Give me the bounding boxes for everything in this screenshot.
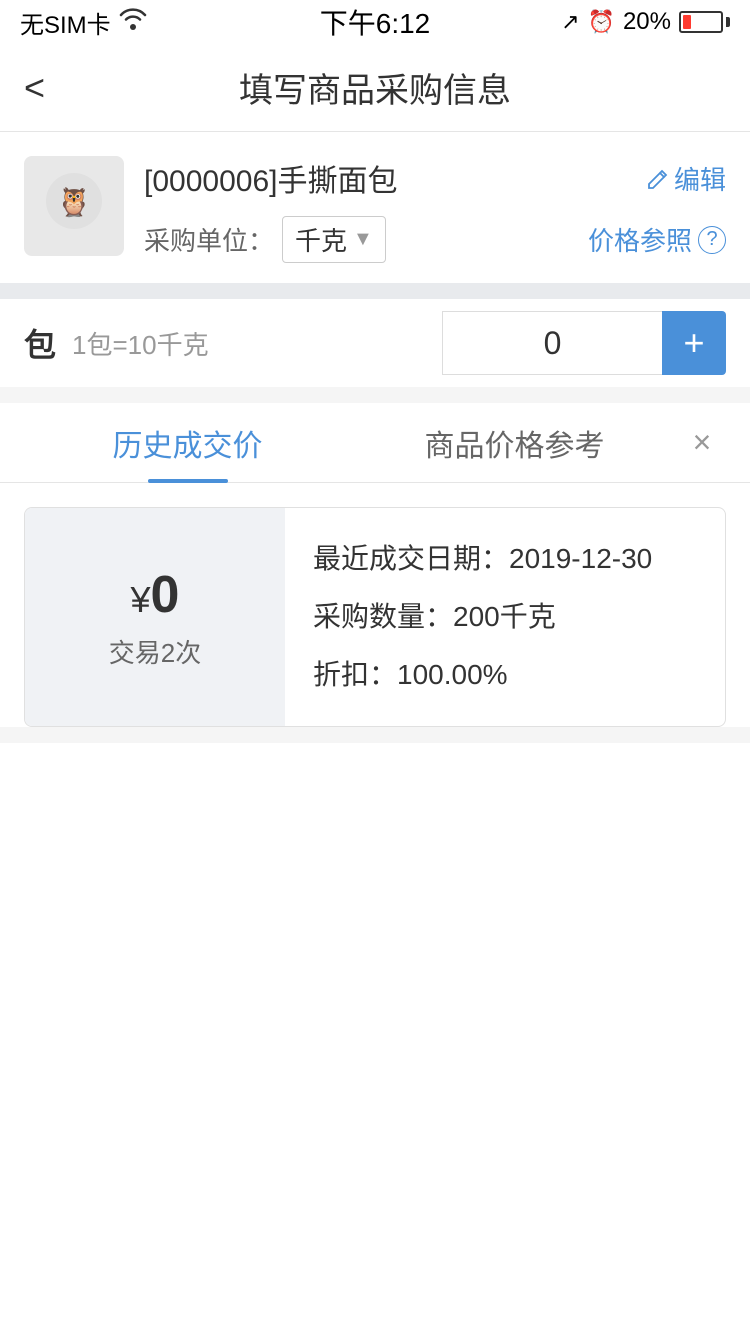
page-title: 填写商品采购信息 bbox=[239, 63, 511, 112]
quantity-unit: 包 bbox=[24, 320, 64, 366]
price-amount-display: ¥0 bbox=[131, 565, 180, 625]
status-carrier: 无SIM卡 bbox=[20, 5, 147, 40]
purchase-qty-row: 采购数量：200千克 bbox=[313, 596, 697, 638]
recent-date-value: 2019-12-30 bbox=[509, 543, 652, 574]
product-image-icon: 🦉 bbox=[44, 171, 104, 241]
tab2-label: 商品价格参考 bbox=[425, 421, 605, 465]
product-name-row: [0000006]手撕面包 编辑 bbox=[144, 156, 726, 200]
unit-dropdown[interactable]: 千克 ▼ bbox=[282, 216, 386, 263]
alarm-icon: ⏰ bbox=[588, 9, 615, 35]
quantity-value: 0 bbox=[544, 325, 562, 362]
price-value: 0 bbox=[151, 566, 180, 624]
trade-count: 交易2次 bbox=[109, 633, 201, 670]
quantity-plus-button[interactable]: + bbox=[662, 311, 726, 375]
plus-icon: + bbox=[683, 322, 704, 364]
product-row: 🦉 [0000006]手撕面包 编辑 bbox=[24, 156, 726, 263]
purchase-row: 采购单位： 千克 ▼ 价格参照 ? bbox=[144, 216, 726, 263]
status-right: ↗ ⏰ 20% bbox=[561, 8, 730, 36]
currency-symbol: ¥ bbox=[131, 579, 151, 620]
battery-icon bbox=[679, 11, 730, 33]
location-icon: ↗ bbox=[561, 9, 579, 35]
price-details: 最近成交日期：2019-12-30 采购数量：200千克 折扣：100.00% bbox=[285, 508, 725, 726]
close-icon: × bbox=[693, 424, 712, 461]
price-ref-label: 价格参照 bbox=[588, 221, 692, 258]
discount-label: 折扣： bbox=[313, 659, 397, 690]
battery-percent: 20% bbox=[623, 8, 671, 36]
product-card: 🦉 [0000006]手撕面包 编辑 bbox=[0, 132, 750, 283]
purchase-unit-label: 采购单位： bbox=[144, 221, 274, 258]
svg-text:🦉: 🦉 bbox=[57, 186, 92, 218]
price-summary: ¥0 交易2次 bbox=[25, 508, 285, 726]
carrier-text: 无SIM卡 bbox=[20, 5, 111, 40]
price-card: ¥0 交易2次 最近成交日期：2019-12-30 采购数量：200千克 折扣：… bbox=[24, 507, 726, 727]
quantity-input[interactable]: 0 bbox=[442, 311, 662, 375]
main-content: 🦉 [0000006]手撕面包 编辑 bbox=[0, 132, 750, 1343]
recent-date-row: 最近成交日期：2019-12-30 bbox=[313, 538, 697, 580]
product-name: [0000006]手撕面包 bbox=[144, 156, 397, 200]
discount-value: 100.00% bbox=[397, 659, 508, 690]
product-info: [0000006]手撕面包 编辑 采购单位： 千克 ▼ bbox=[144, 156, 726, 263]
purchase-qty-label: 采购数量： bbox=[313, 601, 453, 632]
section-divider bbox=[0, 283, 750, 299]
tab-active-indicator bbox=[148, 479, 228, 483]
tab-historical-price[interactable]: 历史成交价 bbox=[24, 403, 351, 483]
dropdown-arrow-icon: ▼ bbox=[353, 228, 373, 251]
empty-content-area bbox=[0, 743, 750, 1343]
tab1-label: 历史成交价 bbox=[113, 421, 263, 465]
purchase-qty-value: 200千克 bbox=[453, 601, 556, 632]
help-icon: ? bbox=[698, 226, 726, 254]
quantity-row: 包 1包=10千克 0 + bbox=[0, 299, 750, 387]
edit-button[interactable]: 编辑 bbox=[646, 160, 726, 197]
quantity-controls: 0 + bbox=[442, 311, 726, 375]
product-thumbnail: 🦉 bbox=[24, 156, 124, 256]
unit-conversion: 1包=10千克 bbox=[72, 325, 209, 362]
tabs-section: 历史成交价 商品价格参考 × ¥0 交易2次 最近成交日期：2019 bbox=[0, 403, 750, 727]
purchase-unit-section: 采购单位： 千克 ▼ bbox=[144, 216, 386, 263]
tab-product-price-ref[interactable]: 商品价格参考 bbox=[351, 403, 678, 483]
unit-value: 千克 bbox=[295, 221, 347, 258]
recent-date-label: 最近成交日期： bbox=[313, 543, 509, 574]
status-time: 下午6:12 bbox=[320, 2, 431, 42]
back-button[interactable]: < bbox=[24, 67, 45, 109]
price-ref-button[interactable]: 价格参照 ? bbox=[588, 221, 726, 258]
nav-bar: < 填写商品采购信息 bbox=[0, 44, 750, 132]
discount-row: 折扣：100.00% bbox=[313, 654, 697, 696]
tabs-close-button[interactable]: × bbox=[678, 419, 726, 467]
wifi-icon bbox=[119, 8, 147, 37]
status-bar: 无SIM卡 下午6:12 ↗ ⏰ 20% bbox=[0, 0, 750, 44]
tabs-header: 历史成交价 商品价格参考 × bbox=[0, 403, 750, 483]
